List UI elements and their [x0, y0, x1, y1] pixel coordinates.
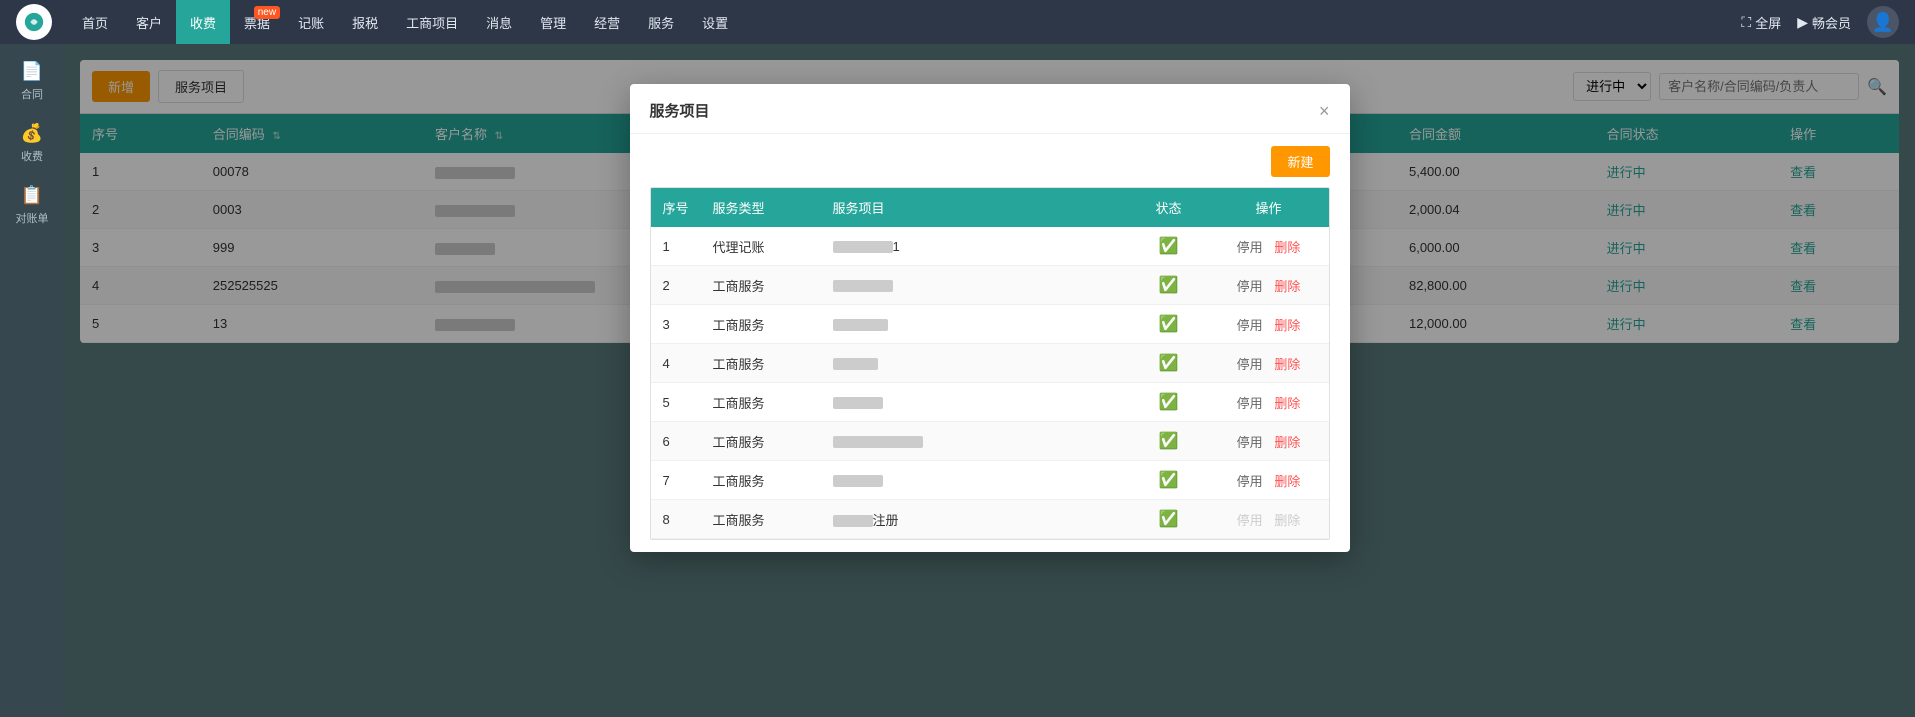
stop-button[interactable]: 停用	[1237, 237, 1263, 256]
nav-right-area: ⛶ 全屏 ▶ 畅会员 👤	[1741, 6, 1899, 38]
sidebar-item-contract[interactable]: 📄 合同	[4, 52, 60, 110]
modal-header: 服务项目 ×	[630, 84, 1350, 134]
main-content: 新增 服务项目 进行中 🔍 序号 合同编码 ⇅ 客户名称 ⇅	[64, 44, 1915, 717]
nav-home[interactable]: 首页	[68, 0, 122, 44]
nav-operation[interactable]: 经营	[580, 0, 634, 44]
modal-col-action: 操作	[1209, 188, 1329, 227]
delete-button[interactable]: 删除	[1274, 432, 1300, 451]
status-check-icon: ✅	[1159, 355, 1179, 372]
list-item: 6 工商服务 ✅ 停用 删除	[651, 422, 1329, 461]
modal-table-wrapper[interactable]: 序号 服务类型 服务项目 状态 操作 1 代理记账	[650, 187, 1330, 540]
list-item: 2 工商服务 ✅ 停用 删除	[651, 266, 1329, 305]
stop-button[interactable]: 停用	[1237, 354, 1263, 373]
nav-business[interactable]: 工商项目	[392, 0, 472, 44]
modal-overlay: 服务项目 × 新建 序号 服务类型 服务项目	[64, 44, 1915, 717]
nav-settings[interactable]: 设置	[688, 0, 742, 44]
modal-body: 新建 序号 服务类型 服务项目 状态 操作	[630, 134, 1350, 552]
stop-button[interactable]: 停用	[1237, 276, 1263, 295]
stop-button[interactable]: 停用	[1237, 393, 1263, 412]
modal-col-type: 服务类型	[701, 188, 821, 227]
delete-button[interactable]: 删除	[1274, 354, 1300, 373]
stop-button[interactable]: 停用	[1237, 432, 1263, 451]
nav-message[interactable]: 消息	[472, 0, 526, 44]
nav-invoice[interactable]: 票据 new	[230, 0, 284, 44]
main-layout: 📄 合同 💰 收费 📋 对账单 新增 服务项目 进行中 🔍	[0, 44, 1915, 717]
status-check-icon: ✅	[1159, 238, 1179, 255]
modal-table-body: 1 代理记账 1 ✅ 停用 删除	[651, 227, 1329, 539]
modal-title: 服务项目	[650, 100, 710, 121]
delete-button[interactable]: 删除	[1274, 510, 1300, 529]
contract-icon: 📄	[21, 60, 43, 82]
sidebar-item-fee[interactable]: 💰 收费	[4, 114, 60, 172]
modal-table-header: 序号 服务类型 服务项目 状态 操作	[651, 188, 1329, 227]
status-check-icon: ✅	[1159, 433, 1179, 450]
stop-button[interactable]: 停用	[1237, 315, 1263, 334]
modal-col-status: 状态	[1129, 188, 1209, 227]
list-item: 5 工商服务 ✅ 停用 删除	[651, 383, 1329, 422]
list-item: 7 工商服务 ✅ 停用 删除	[651, 461, 1329, 500]
list-item: 4 工商服务 ✅ 停用 删除	[651, 344, 1329, 383]
nav-manage[interactable]: 管理	[526, 0, 580, 44]
reconciliation-icon: 📋	[21, 184, 43, 206]
list-item: 8 工商服务 注册 ✅ 停用 删除	[651, 500, 1329, 539]
top-navigation: 首页 客户 收费 票据 new 记账 报税 工商项目 消息 管理 经营 服务 设…	[0, 0, 1915, 44]
member-btn[interactable]: ▶ 畅会员	[1797, 13, 1851, 32]
nav-service[interactable]: 服务	[634, 0, 688, 44]
status-check-icon: ✅	[1159, 277, 1179, 294]
delete-button[interactable]: 删除	[1274, 315, 1300, 334]
stop-button[interactable]: 停用	[1237, 471, 1263, 490]
user-avatar[interactable]: 👤	[1867, 6, 1899, 38]
status-check-icon: ✅	[1159, 472, 1179, 489]
new-service-button[interactable]: 新建	[1271, 146, 1329, 177]
service-items-table: 序号 服务类型 服务项目 状态 操作 1 代理记账	[651, 188, 1329, 539]
delete-button[interactable]: 删除	[1274, 471, 1300, 490]
fullscreen-btn[interactable]: ⛶ 全屏	[1741, 13, 1781, 32]
list-item: 1 代理记账 1 ✅ 停用 删除	[651, 227, 1329, 266]
new-badge: new	[254, 6, 280, 19]
fee-icon: 💰	[21, 122, 43, 144]
sidebar-item-reconciliation[interactable]: 📋 对账单	[4, 176, 60, 234]
sidebar: 📄 合同 💰 收费 📋 对账单	[0, 44, 64, 717]
modal-col-seq: 序号	[651, 188, 701, 227]
service-item-modal: 服务项目 × 新建 序号 服务类型 服务项目	[630, 84, 1350, 552]
status-check-icon: ✅	[1159, 394, 1179, 411]
status-check-icon: ✅	[1159, 316, 1179, 333]
delete-button[interactable]: 删除	[1274, 237, 1300, 256]
list-item: 3 工商服务 ✅ 停用 删除	[651, 305, 1329, 344]
app-logo[interactable]	[16, 4, 52, 40]
delete-button[interactable]: 删除	[1274, 276, 1300, 295]
nav-bookkeeping[interactable]: 记账	[284, 0, 338, 44]
status-check-icon: ✅	[1159, 511, 1179, 528]
stop-button[interactable]: 停用	[1237, 510, 1263, 529]
nav-customer[interactable]: 客户	[122, 0, 176, 44]
delete-button[interactable]: 删除	[1274, 393, 1300, 412]
nav-fee[interactable]: 收费	[176, 0, 230, 44]
nav-tax[interactable]: 报税	[338, 0, 392, 44]
modal-toolbar: 新建	[650, 146, 1330, 177]
modal-close-button[interactable]: ×	[1319, 102, 1330, 120]
modal-col-item: 服务项目	[821, 188, 1129, 227]
